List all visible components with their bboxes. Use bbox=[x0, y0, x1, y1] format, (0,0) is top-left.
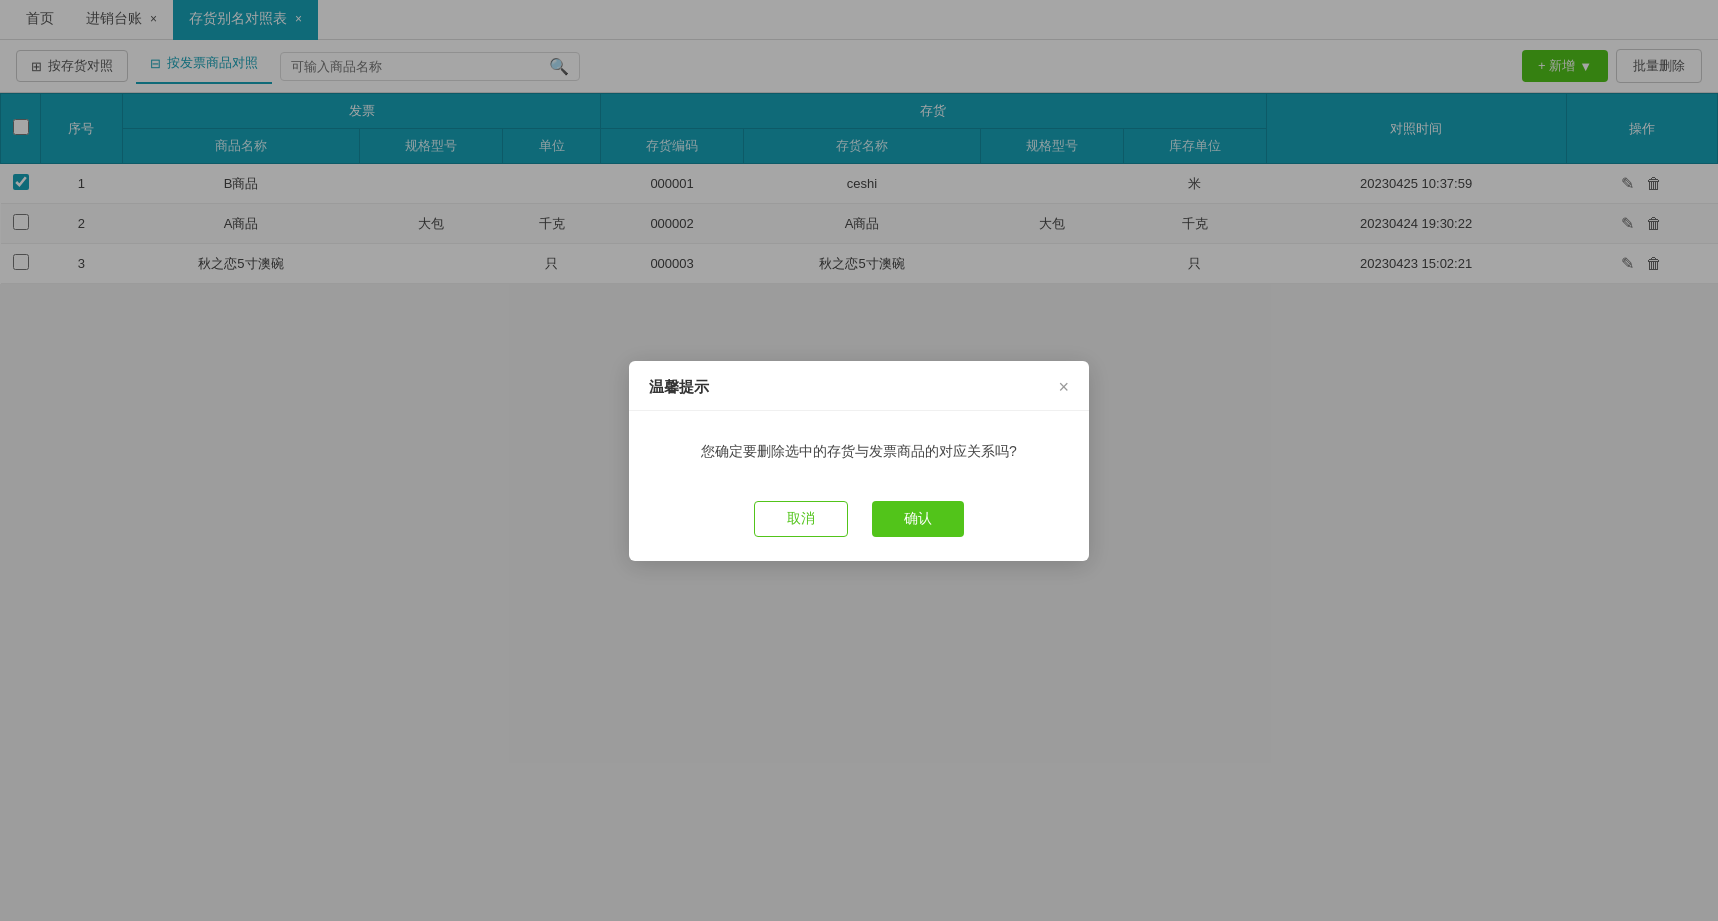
dialog-title: 温馨提示 bbox=[649, 378, 709, 397]
dialog-footer: 取消 确认 bbox=[629, 485, 1089, 561]
dialog-message: 您确定要删除选中的存货与发票商品的对应关系吗? bbox=[701, 443, 1017, 459]
dialog-body: 您确定要删除选中的存货与发票商品的对应关系吗? bbox=[629, 411, 1089, 485]
confirm-dialog: 温馨提示 × 您确定要删除选中的存货与发票商品的对应关系吗? 取消 确认 bbox=[629, 361, 1089, 561]
modal-overlay: 温馨提示 × 您确定要删除选中的存货与发票商品的对应关系吗? 取消 确认 bbox=[0, 0, 1718, 921]
dialog-header: 温馨提示 × bbox=[629, 361, 1089, 411]
dialog-confirm-btn[interactable]: 确认 bbox=[872, 501, 964, 537]
dialog-cancel-btn[interactable]: 取消 bbox=[754, 501, 848, 537]
dialog-close-btn[interactable]: × bbox=[1058, 377, 1069, 398]
